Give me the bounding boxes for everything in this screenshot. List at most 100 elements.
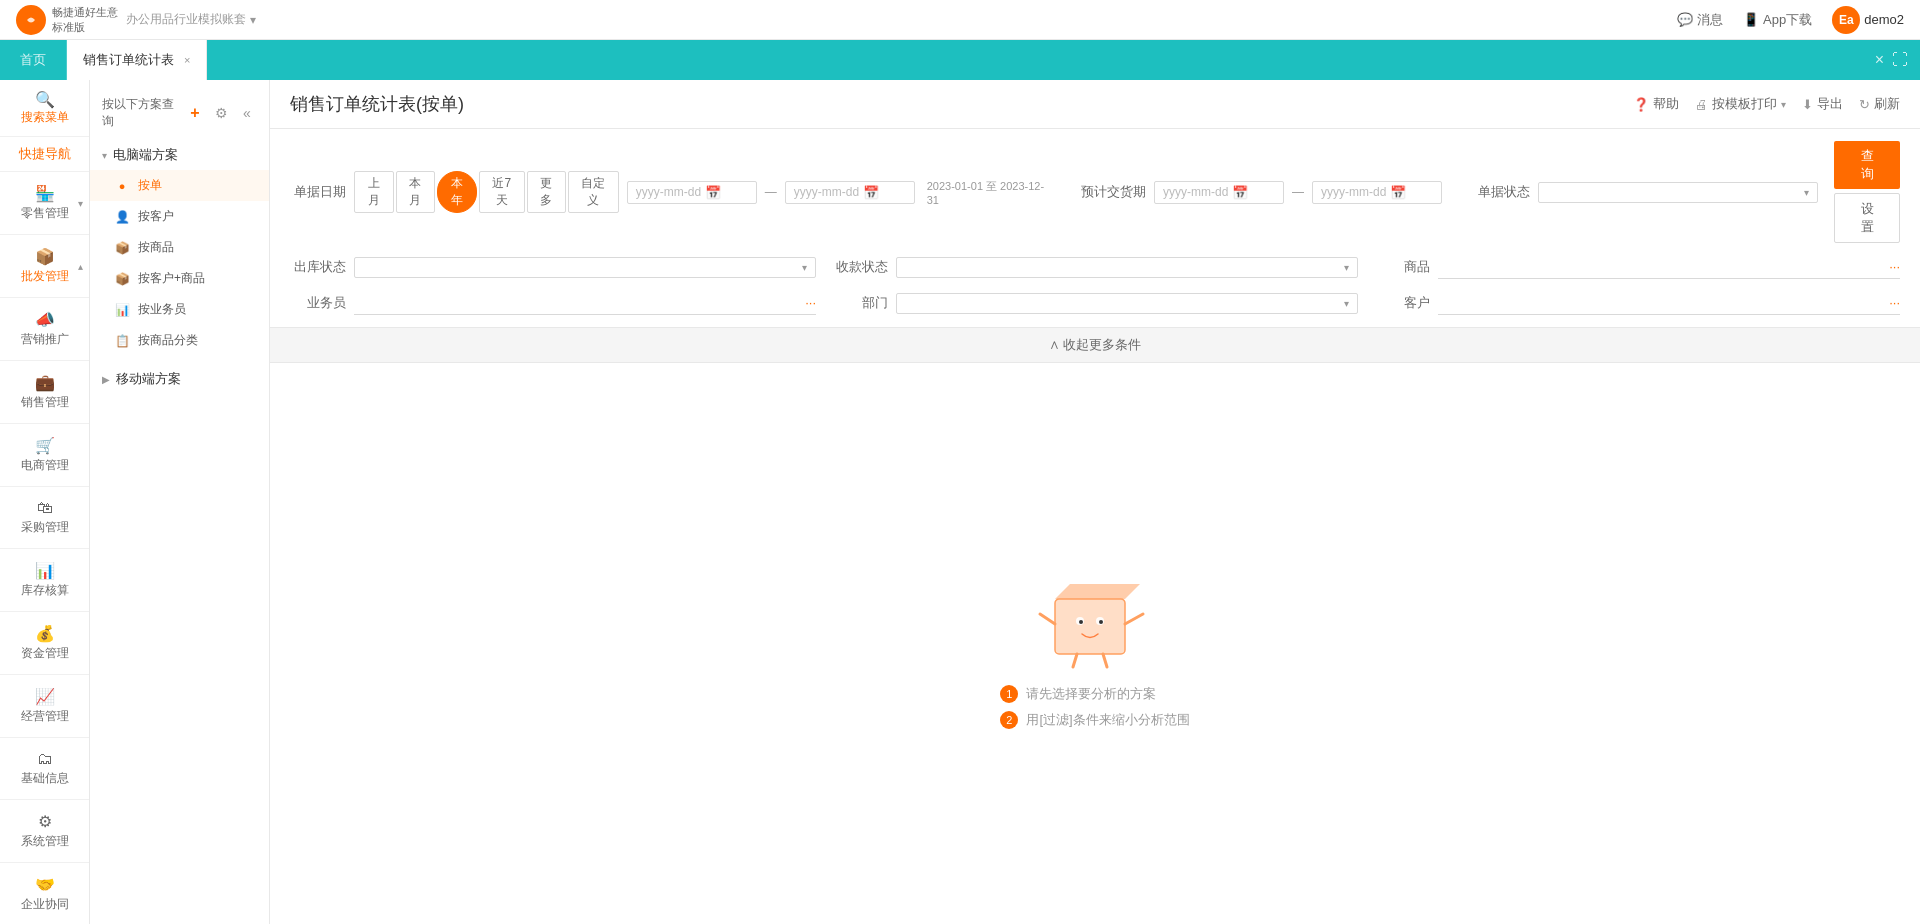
step-1-text: 请先选择要分析的方案 — [1026, 685, 1156, 703]
inventory-icon: 📊 — [8, 561, 81, 580]
logo-text: 畅捷通好生意 标准版 — [52, 5, 118, 34]
sidebar-item-enterprise[interactable]: 🤝 企业协同 — [0, 863, 89, 924]
home-tab[interactable]: 首页 — [0, 40, 67, 80]
app-download-button[interactable]: 📱 App下载 — [1743, 11, 1812, 29]
expected-delivery-start-input[interactable]: yyyy-mm-dd 📅 — [1154, 181, 1284, 204]
sidebar-item-sales[interactable]: 💼 销售管理 — [0, 361, 89, 424]
filter-salesperson-section: 业务员 ··· — [290, 291, 816, 315]
payment-status-dropdown-arrow-icon: ▾ — [1344, 262, 1349, 273]
sidebar-item-wholesale[interactable]: 📦 批发管理 ▴ — [0, 235, 89, 298]
print-dropdown-arrow-icon: ▾ — [1781, 99, 1786, 110]
sidebar-search[interactable]: 🔍 搜索菜单 — [0, 80, 89, 137]
filter-date-section: 单据日期 上月 本月 本年 近7天 更多 自定义 yyyy-mm-dd 📅 — [290, 171, 1049, 213]
scheme-group-mobile: ▶ 移动端方案 — [90, 360, 269, 398]
filter-customer-section: 客户 ··· — [1374, 291, 1900, 315]
date-start-input[interactable]: yyyy-mm-dd 📅 — [627, 181, 757, 204]
scheme-item-by-category-label: 按商品分类 — [138, 332, 198, 349]
scheme-group-mobile-label: 移动端方案 — [116, 370, 181, 388]
current-tab[interactable]: 销售订单统计表 × — [67, 40, 207, 80]
avatar: Ea — [1832, 6, 1860, 34]
minimize-tab-button[interactable]: × — [1875, 51, 1884, 69]
sidebar-item-system[interactable]: ⚙ 系统管理 — [0, 800, 89, 863]
date-btn-last-month[interactable]: 上月 — [354, 171, 394, 213]
marketing-icon: 📣 — [8, 310, 81, 329]
message-button[interactable]: 💬 消息 — [1677, 11, 1723, 29]
refresh-button[interactable]: ↻ 刷新 — [1859, 95, 1900, 113]
scheme-item-by-cust-prod[interactable]: 📦 按客户+商品 — [90, 263, 269, 294]
maximize-tab-button[interactable]: ⛶ — [1892, 51, 1908, 69]
doc-status-select[interactable]: ▾ — [1538, 182, 1818, 203]
date-btn-this-year[interactable]: 本年 — [437, 171, 477, 213]
export-label: 导出 — [1817, 95, 1843, 113]
export-button[interactable]: ⬇ 导出 — [1802, 95, 1843, 113]
customer-label: 客户 — [1374, 294, 1430, 312]
refresh-label: 刷新 — [1874, 95, 1900, 113]
collapse-bar[interactable]: ∧ 收起更多条件 — [270, 328, 1920, 363]
filter-area: 单据日期 上月 本月 本年 近7天 更多 自定义 yyyy-mm-dd 📅 — [270, 129, 1920, 328]
settings-button[interactable]: 设置 — [1834, 193, 1900, 243]
date-end-input[interactable]: yyyy-mm-dd 📅 — [785, 181, 915, 204]
scheme-item-by-product[interactable]: 📦 按商品 — [90, 232, 269, 263]
date-btn-this-month[interactable]: 本月 — [396, 171, 436, 213]
finance-label: 资金管理 — [8, 645, 81, 662]
scheme-collapse-button[interactable]: « — [237, 103, 257, 123]
doc-status-dropdown-arrow-icon: ▾ — [1804, 187, 1809, 198]
date-range-text: 2023-01-01 至 2023-12-31 — [927, 179, 1049, 206]
scheme-group-mobile-title[interactable]: ▶ 移动端方案 — [90, 364, 269, 394]
date-btn-custom[interactable]: 自定义 — [568, 171, 618, 213]
scheme-add-button[interactable]: + — [185, 103, 205, 123]
payment-status-select[interactable]: ▾ — [896, 257, 1358, 278]
customer-more-button[interactable]: ··· — [1889, 295, 1900, 310]
expected-delivery-end-input[interactable]: yyyy-mm-dd 📅 — [1312, 181, 1442, 204]
svg-point-7 — [1099, 620, 1103, 624]
scheme-item-by-sales[interactable]: 📊 按业务员 — [90, 294, 269, 325]
system-label: 系统管理 — [8, 833, 81, 850]
scheme-group-arrow-icon: ▾ — [102, 150, 107, 161]
product-more-button[interactable]: ··· — [1889, 259, 1900, 274]
operation-label: 经营管理 — [8, 708, 81, 725]
delivery-status-select[interactable]: ▾ — [354, 257, 816, 278]
basic-icon: 🗂 — [8, 750, 81, 768]
ecommerce-label: 电商管理 — [8, 457, 81, 474]
sidebar-item-purchase[interactable]: 🛍 采购管理 — [0, 487, 89, 549]
scheme-settings-button[interactable]: ⚙ — [211, 103, 231, 123]
breadcrumb[interactable]: 办公用品行业模拟账套 ▾ — [126, 11, 256, 28]
date-btn-last-7-days[interactable]: 近7天 — [479, 171, 525, 213]
scheme-item-by-category[interactable]: 📋 按商品分类 — [90, 325, 269, 356]
sidebar-quick-nav[interactable]: 快捷导航 — [0, 137, 89, 172]
scheme-panel-title: 按以下方案查询 — [102, 96, 185, 130]
delivery-range-dash: — — [1292, 185, 1304, 199]
query-button[interactable]: 查询 — [1834, 141, 1900, 189]
department-select[interactable]: ▾ — [896, 293, 1358, 314]
delivery-calendar-start-icon: 📅 — [1232, 185, 1248, 200]
sales-icon: 💼 — [8, 373, 81, 392]
page-actions: ❓ 帮助 🖨 按模板打印 ▾ ⬇ 导出 ↻ — [1633, 95, 1900, 113]
help-label: 帮助 — [1653, 95, 1679, 113]
sidebar-item-finance[interactable]: 💰 资金管理 — [0, 612, 89, 675]
step-1-number: 1 — [1000, 685, 1018, 703]
svg-rect-1 — [1055, 599, 1125, 654]
delivery-calendar-end-icon: 📅 — [1390, 185, 1406, 200]
inventory-label: 库存核算 — [8, 582, 81, 599]
date-range-dash: — — [765, 185, 777, 199]
help-button[interactable]: ❓ 帮助 — [1633, 95, 1679, 113]
scheme-group-desktop-title[interactable]: ▾ 电脑端方案 — [90, 140, 269, 170]
enterprise-label: 企业协同 — [8, 896, 81, 913]
sidebar-item-retail[interactable]: 🏪 零售管理 ▾ — [0, 172, 89, 235]
template-print-button[interactable]: 🖨 按模板打印 ▾ — [1695, 95, 1786, 113]
sidebar-item-basic[interactable]: 🗂 基础信息 — [0, 738, 89, 800]
salesperson-more-button[interactable]: ··· — [805, 295, 816, 310]
date-btn-more[interactable]: 更多 — [527, 171, 567, 213]
sidebar-item-inventory[interactable]: 📊 库存核算 — [0, 549, 89, 612]
phone-icon: 📱 — [1743, 12, 1759, 27]
sidebar-item-operation[interactable]: 📈 经营管理 — [0, 675, 89, 738]
sidebar-item-marketing[interactable]: 📣 营销推广 — [0, 298, 89, 361]
sidebar-item-ecommerce[interactable]: 🛒 电商管理 — [0, 424, 89, 487]
close-tab-button[interactable]: × — [184, 54, 190, 66]
help-icon: ❓ — [1633, 97, 1649, 112]
filter-row-1: 单据日期 上月 本月 本年 近7天 更多 自定义 yyyy-mm-dd 📅 — [290, 141, 1900, 243]
scheme-item-by-customer[interactable]: 👤 按客户 — [90, 201, 269, 232]
user-area[interactable]: Ea demo2 — [1832, 6, 1904, 34]
scheme-item-by-order[interactable]: ● 按单 — [90, 170, 269, 201]
date-end-placeholder: yyyy-mm-dd — [794, 185, 859, 199]
